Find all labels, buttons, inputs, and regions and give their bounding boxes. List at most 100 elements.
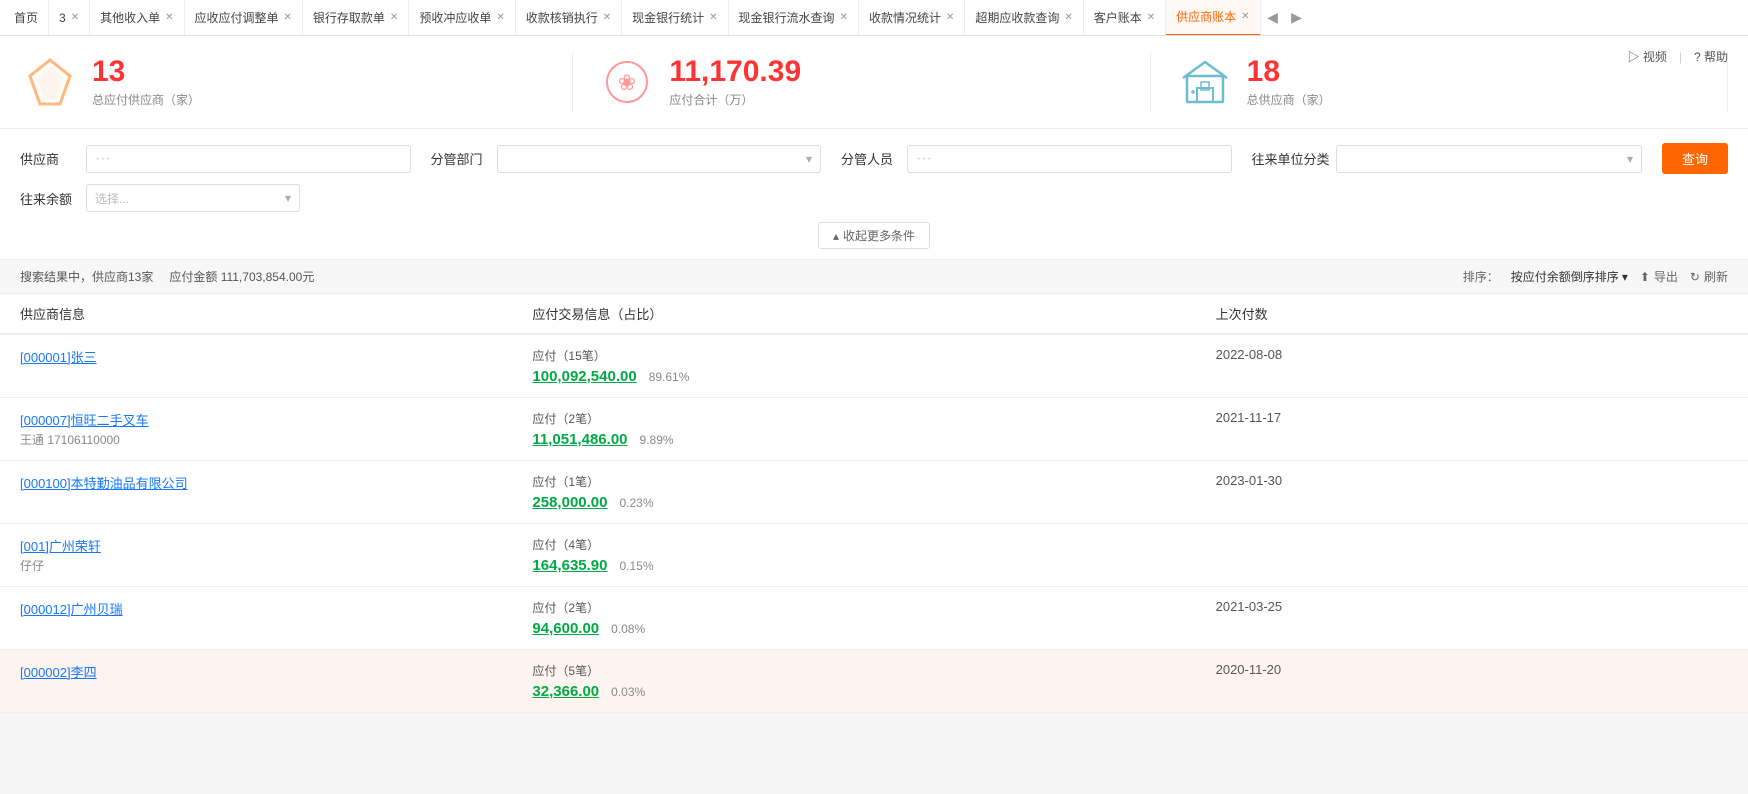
tx-percent-4: 0.08%: [611, 622, 645, 636]
filter-category: 往来单位分类 ▾: [1252, 145, 1643, 173]
nav-tab-cash-bank-stat[interactable]: 现金银行统计 ✕: [622, 0, 728, 36]
supplier-cell-4: [000012]广州贝瑞: [20, 599, 532, 618]
filter-person: 分管人员 ···: [841, 145, 1232, 173]
supplier-sub-3: 仔仔: [20, 557, 532, 574]
nav-tab-3[interactable]: 3 ✕: [49, 0, 90, 36]
refresh-icon: ↻: [1690, 270, 1700, 284]
nav-tab-supplier-account[interactable]: 供应商账本 ✕: [1166, 0, 1260, 36]
tx-label-0: 应付（15笔）: [532, 347, 1215, 364]
transaction-cell-0: 应付（15笔） 100,092,540.00 89.61%: [532, 347, 1215, 385]
balance-select[interactable]: 选择... ▾: [86, 184, 300, 212]
supplier-cell-1: [000007]恒旺二手叉车 王通 17106110000: [20, 410, 532, 448]
close-bank-deposit-icon[interactable]: ✕: [390, 12, 398, 23]
supplier-cell-5: [000002]李四: [20, 662, 532, 681]
nav-tab-collection-stat[interactable]: 收款情况统计 ✕: [859, 0, 965, 36]
ap-suppliers-number: 13: [92, 57, 200, 87]
nav-tab-customer-account[interactable]: 客户账本 ✕: [1084, 0, 1166, 36]
supplier-link-4[interactable]: [000012]广州贝瑞: [20, 602, 123, 617]
last-pay-date-2: 2023-01-30: [1216, 473, 1283, 488]
close-collection-verify-icon[interactable]: ✕: [603, 12, 611, 23]
balance-placeholder: 选择...: [95, 190, 129, 207]
last-pay-date-4: 2021-03-25: [1216, 599, 1283, 614]
sort-label: 排序：: [1463, 268, 1499, 285]
person-select[interactable]: ···: [907, 145, 1232, 173]
header-supplier-info: 供应商信息: [20, 304, 532, 323]
ap-suppliers-label: 总应付供应商（家）: [92, 91, 200, 108]
last-pay-date-1: 2021-11-17: [1216, 410, 1282, 425]
close-other-income-icon[interactable]: ✕: [165, 12, 173, 23]
category-select[interactable]: ▾: [1336, 145, 1642, 173]
transaction-cell-1: 应付（2笔） 11,051,486.00 9.89%: [532, 410, 1215, 448]
tx-label-4: 应付（2笔）: [532, 599, 1215, 616]
supplier-cell-2: [000100]本特勤油品有限公司: [20, 473, 532, 492]
supplier-link-2[interactable]: [000100]本特勤油品有限公司: [20, 476, 188, 491]
supplier-cell-0: [000001]张三: [20, 347, 532, 366]
transaction-cell-2: 应付（1笔） 258,000.00 0.23%: [532, 473, 1215, 511]
supplier-select[interactable]: ···: [86, 145, 411, 173]
nav-prev-arrow[interactable]: ◀: [1261, 0, 1285, 36]
filter-dept: 分管部门 ▾: [431, 145, 822, 173]
ap-total-content: 11,170.39 应付合计（万）: [669, 57, 801, 108]
export-button[interactable]: ⬆ 导出: [1640, 268, 1678, 285]
tx-label-1: 应付（2笔）: [532, 410, 1215, 427]
supplier-link-1[interactable]: [000007]恒旺二手叉车: [20, 413, 149, 428]
nav-tab-bank-deposit[interactable]: 银行存取款单 ✕: [303, 0, 409, 36]
total-suppliers-number: 18: [1247, 57, 1331, 87]
supplier-filter-label: 供应商: [20, 149, 80, 168]
close-cash-bank-flow-icon[interactable]: ✕: [840, 12, 848, 23]
supplier-link-3[interactable]: [001]广州荣轩: [20, 539, 101, 554]
nav-tab-collection-verify[interactable]: 收款核销执行 ✕: [516, 0, 622, 36]
refresh-button[interactable]: ↻ 刷新: [1690, 268, 1728, 285]
tx-amount-0[interactable]: 100,092,540.00: [532, 368, 636, 385]
supplier-cell-3: [001]广州荣轩 仔仔: [20, 536, 532, 574]
nav-tab-other-income[interactable]: 其他收入单 ✕: [90, 0, 184, 36]
tx-row-1: 11,051,486.00 9.89%: [532, 431, 1215, 448]
tx-percent-3: 0.15%: [619, 559, 653, 573]
nav-tab-cash-bank-flow[interactable]: 现金银行流水查询 ✕: [729, 0, 859, 36]
nav-tab-advance[interactable]: 预收冲应收单 ✕: [409, 0, 515, 36]
close-tab-3-icon[interactable]: ✕: [71, 12, 79, 23]
close-supplier-account-icon[interactable]: ✕: [1241, 11, 1249, 22]
tx-percent-2: 0.23%: [619, 496, 653, 510]
stats-header: 13 总应付供应商（家） ❀ 11,170.39 应付合计（万）: [0, 36, 1748, 129]
tx-amount-5[interactable]: 32,366.00: [532, 683, 599, 700]
filter-supplier: 供应商 ···: [20, 145, 411, 173]
close-overdue-icon[interactable]: ✕: [1064, 12, 1072, 23]
table-header: 供应商信息 应付交易信息（占比） 上次付数: [0, 294, 1748, 335]
supplier-link-5[interactable]: [000002]李四: [20, 665, 97, 680]
tx-amount-2[interactable]: 258,000.00: [532, 494, 607, 511]
video-link[interactable]: ▷ 视频: [1627, 48, 1666, 65]
search-button[interactable]: 查询: [1662, 143, 1728, 174]
tx-amount-1[interactable]: 11,051,486.00: [532, 431, 627, 448]
wheat-icon: ❀: [597, 52, 657, 112]
person-dots: ···: [916, 150, 932, 168]
collapse-button[interactable]: ▴ 收起更多条件: [818, 222, 930, 249]
sort-select[interactable]: 按应付余额倒序排序 ▾: [1511, 268, 1628, 285]
sort-arrow-icon: ▾: [1622, 270, 1628, 284]
close-ap-adjust-icon[interactable]: ✕: [284, 12, 292, 23]
close-cash-bank-stat-icon[interactable]: ✕: [709, 12, 717, 23]
ap-total-label: 应付合计（万）: [669, 91, 801, 108]
last-pay-date-0: 2022-08-08: [1216, 347, 1283, 362]
total-suppliers-label: 总供应商（家）: [1247, 91, 1331, 108]
tx-amount-3[interactable]: 164,635.90: [532, 557, 607, 574]
close-collection-stat-icon[interactable]: ✕: [946, 12, 954, 23]
table-row: [000001]张三 应付（15笔） 100,092,540.00 89.61%…: [0, 335, 1748, 398]
tx-amount-4[interactable]: 94,600.00: [532, 620, 599, 637]
last-pay-cell-0: 2022-08-08: [1216, 347, 1558, 362]
close-customer-account-icon[interactable]: ✕: [1147, 12, 1155, 23]
nav-tab-ap-adjust[interactable]: 应收应付调整单 ✕: [185, 0, 303, 36]
nav-tab-home[interactable]: 首页: [4, 0, 49, 36]
nav-tab-overdue[interactable]: 超期应收款查询 ✕: [965, 0, 1083, 36]
table-row: [001]广州荣轩 仔仔 应付（4笔） 164,635.90 0.15%: [0, 524, 1748, 587]
close-advance-icon[interactable]: ✕: [496, 12, 504, 23]
dept-select[interactable]: ▾: [497, 145, 822, 173]
supplier-link-0[interactable]: [000001]张三: [20, 350, 97, 365]
filter-section: 供应商 ··· 分管部门 ▾ 分管人员 ··· 往来单位分类 ▾ 查询: [0, 129, 1748, 260]
collapse-row: ▴ 收起更多条件: [20, 222, 1728, 249]
diamond-icon: [20, 52, 80, 112]
help-link[interactable]: ? 帮助: [1694, 48, 1728, 65]
last-pay-cell-1: 2021-11-17: [1216, 410, 1558, 425]
nav-next-arrow[interactable]: ▶: [1285, 0, 1309, 36]
result-amount: 应付金额 111,703,854.00元: [169, 268, 314, 285]
